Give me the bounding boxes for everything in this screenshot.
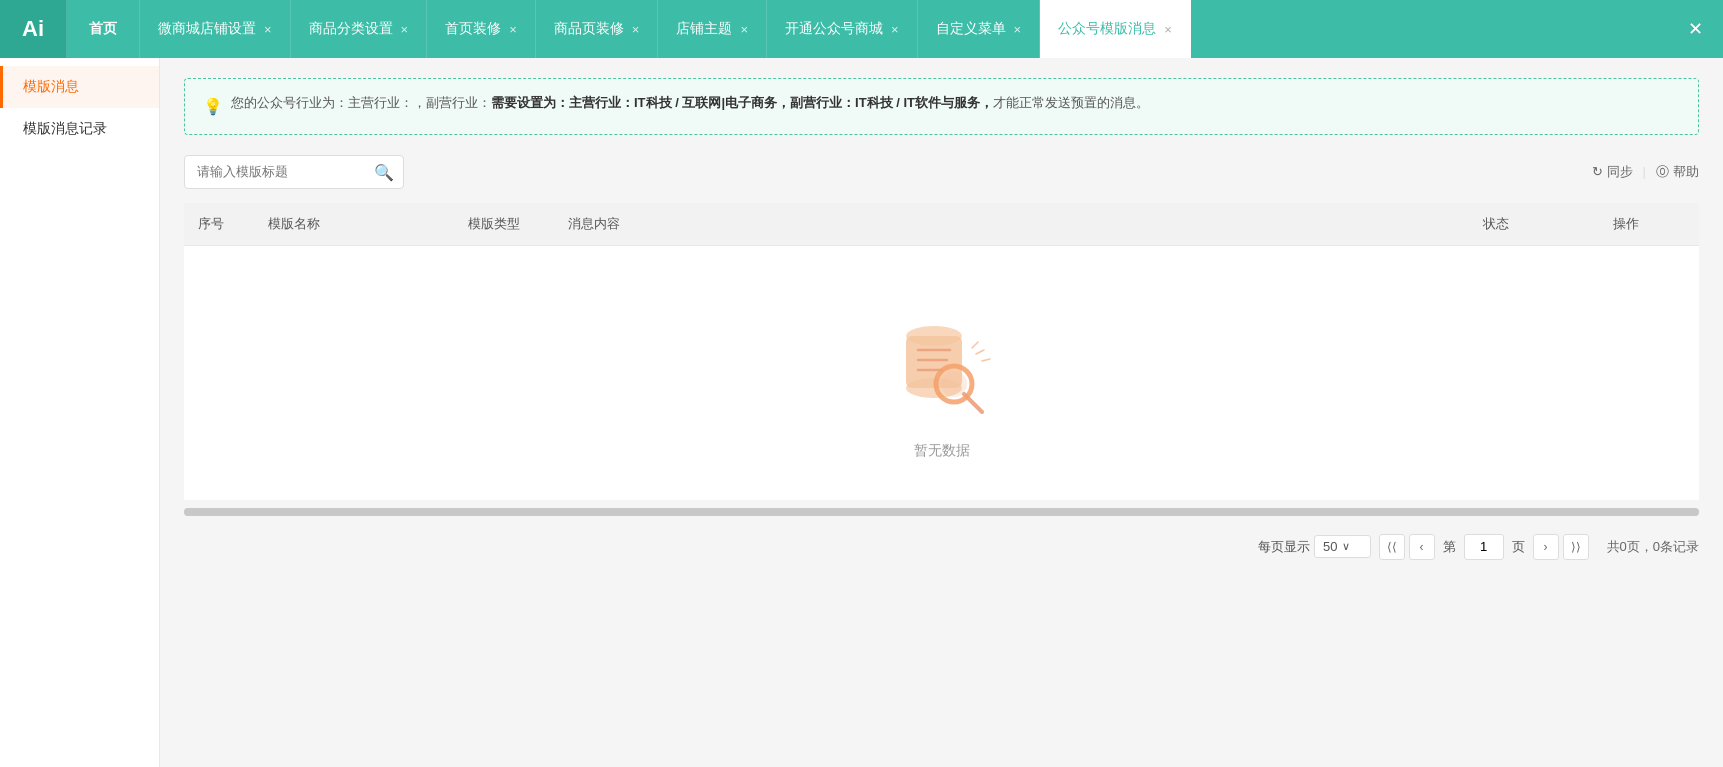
toolbar-right: ↻ 同步 | ⓪ 帮助 xyxy=(1592,163,1699,181)
page-size-select: 每页显示 50 ∨ xyxy=(1258,535,1370,558)
page-size-dropdown[interactable]: 50 ∨ xyxy=(1314,535,1370,558)
empty-text: 暂无数据 xyxy=(914,442,970,460)
content-area: 💡 您的公众号行业为：主营行业：，副营行业：需要设置为：主营行业：IT科技 / … xyxy=(160,58,1723,767)
tab-close-5[interactable]: × xyxy=(740,22,748,37)
col-header-status: 状态 xyxy=(1469,203,1599,246)
svg-line-11 xyxy=(976,350,984,354)
nav-tab-6[interactable]: 开通公众号商城× xyxy=(767,0,918,58)
data-table: 序号 模版名称 模版类型 消息内容 状态 操作 xyxy=(184,203,1699,500)
notice-text: 您的公众号行业为：主营行业：，副营行业：需要设置为：主营行业：IT科技 / 互联… xyxy=(231,93,1149,114)
col-header-action: 操作 xyxy=(1599,203,1699,246)
nav-tab-1[interactable]: 微商城店铺设置× xyxy=(140,0,291,58)
search-input[interactable] xyxy=(184,155,404,189)
main-layout: 模版消息模版消息记录 💡 您的公众号行业为：主营行业：，副营行业：需要设置为：主… xyxy=(0,58,1723,767)
page-total: 共0页，0条记录 xyxy=(1607,538,1699,556)
search-icon[interactable]: 🔍 xyxy=(374,162,394,181)
nav-tab-3[interactable]: 首页装修× xyxy=(427,0,536,58)
table-header: 序号 模版名称 模版类型 消息内容 状态 操作 xyxy=(184,203,1699,246)
nav-tab-4[interactable]: 商品页装修× xyxy=(536,0,659,58)
empty-illustration xyxy=(882,306,1002,426)
nav-tab-7[interactable]: 自定义菜单× xyxy=(918,0,1041,58)
tab-close-7[interactable]: × xyxy=(1014,22,1022,37)
tab-close-3[interactable]: × xyxy=(509,22,517,37)
svg-line-9 xyxy=(972,342,978,348)
search-input-wrap: 🔍 xyxy=(184,155,404,189)
help-icon: ⓪ xyxy=(1656,163,1669,181)
col-header-type: 模版类型 xyxy=(454,203,554,246)
page-number-input[interactable] xyxy=(1464,534,1504,560)
page-label-pre: 第 xyxy=(1443,538,1456,556)
sidebar: 模版消息模版消息记录 xyxy=(0,58,160,767)
notice-box: 💡 您的公众号行业为：主营行业：，副营行业：需要设置为：主营行业：IT科技 / … xyxy=(184,78,1699,135)
sync-icon: ↻ xyxy=(1592,164,1603,179)
next-page-button[interactable]: › xyxy=(1533,534,1559,560)
tab-close-2[interactable]: × xyxy=(401,22,409,37)
col-header-content: 消息内容 xyxy=(554,203,1469,246)
sidebar-item-1[interactable]: 模版消息记录 xyxy=(0,108,159,150)
tab-close-4[interactable]: × xyxy=(632,22,640,37)
last-page-button[interactable]: ⟩⟩ xyxy=(1563,534,1589,560)
close-all-button[interactable]: ✕ xyxy=(1668,18,1723,40)
nav-tab-8[interactable]: 公众号模版消息× xyxy=(1040,0,1191,58)
table-body: 暂无数据 xyxy=(184,245,1699,500)
page-nav: ⟨⟨ ‹ 第 页 › ⟩⟩ xyxy=(1379,534,1589,560)
bulb-icon: 💡 xyxy=(203,94,223,120)
app-logo: Ai xyxy=(0,0,67,58)
divider: | xyxy=(1643,164,1646,179)
table-scrollbar[interactable] xyxy=(184,508,1699,516)
nav-tab-0[interactable]: 首页 xyxy=(67,0,140,58)
chevron-down-icon: ∨ xyxy=(1342,540,1350,553)
nav-tab-2[interactable]: 商品分类设置× xyxy=(291,0,428,58)
search-bar: 🔍 ↻ 同步 | ⓪ 帮助 xyxy=(184,155,1699,189)
empty-state: 暂无数据 xyxy=(184,246,1699,500)
prev-page-button[interactable]: ‹ xyxy=(1409,534,1435,560)
col-header-seq: 序号 xyxy=(184,203,254,246)
sidebar-item-0[interactable]: 模版消息 xyxy=(0,66,159,108)
first-page-button[interactable]: ⟨⟨ xyxy=(1379,534,1405,560)
page-label-post: 页 xyxy=(1512,538,1525,556)
svg-line-10 xyxy=(982,359,990,361)
tab-close-6[interactable]: × xyxy=(891,22,899,37)
page-size-label: 每页显示 xyxy=(1258,538,1310,556)
help-button[interactable]: ⓪ 帮助 xyxy=(1656,163,1699,181)
tab-close-1[interactable]: × xyxy=(264,22,272,37)
sync-button[interactable]: ↻ 同步 xyxy=(1592,163,1633,181)
scrollbar-thumb[interactable] xyxy=(184,508,1699,516)
col-header-name: 模版名称 xyxy=(254,203,454,246)
top-navigation: Ai 首页微商城店铺设置×商品分类设置×首页装修×商品页装修×店铺主题×开通公众… xyxy=(0,0,1723,58)
tab-close-8[interactable]: × xyxy=(1164,22,1172,37)
pagination: 每页显示 50 ∨ ⟨⟨ ‹ 第 页 › ⟩⟩ 共0页，0条记录 xyxy=(184,524,1699,570)
svg-point-8 xyxy=(941,371,967,397)
nav-tab-5[interactable]: 店铺主题× xyxy=(658,0,767,58)
